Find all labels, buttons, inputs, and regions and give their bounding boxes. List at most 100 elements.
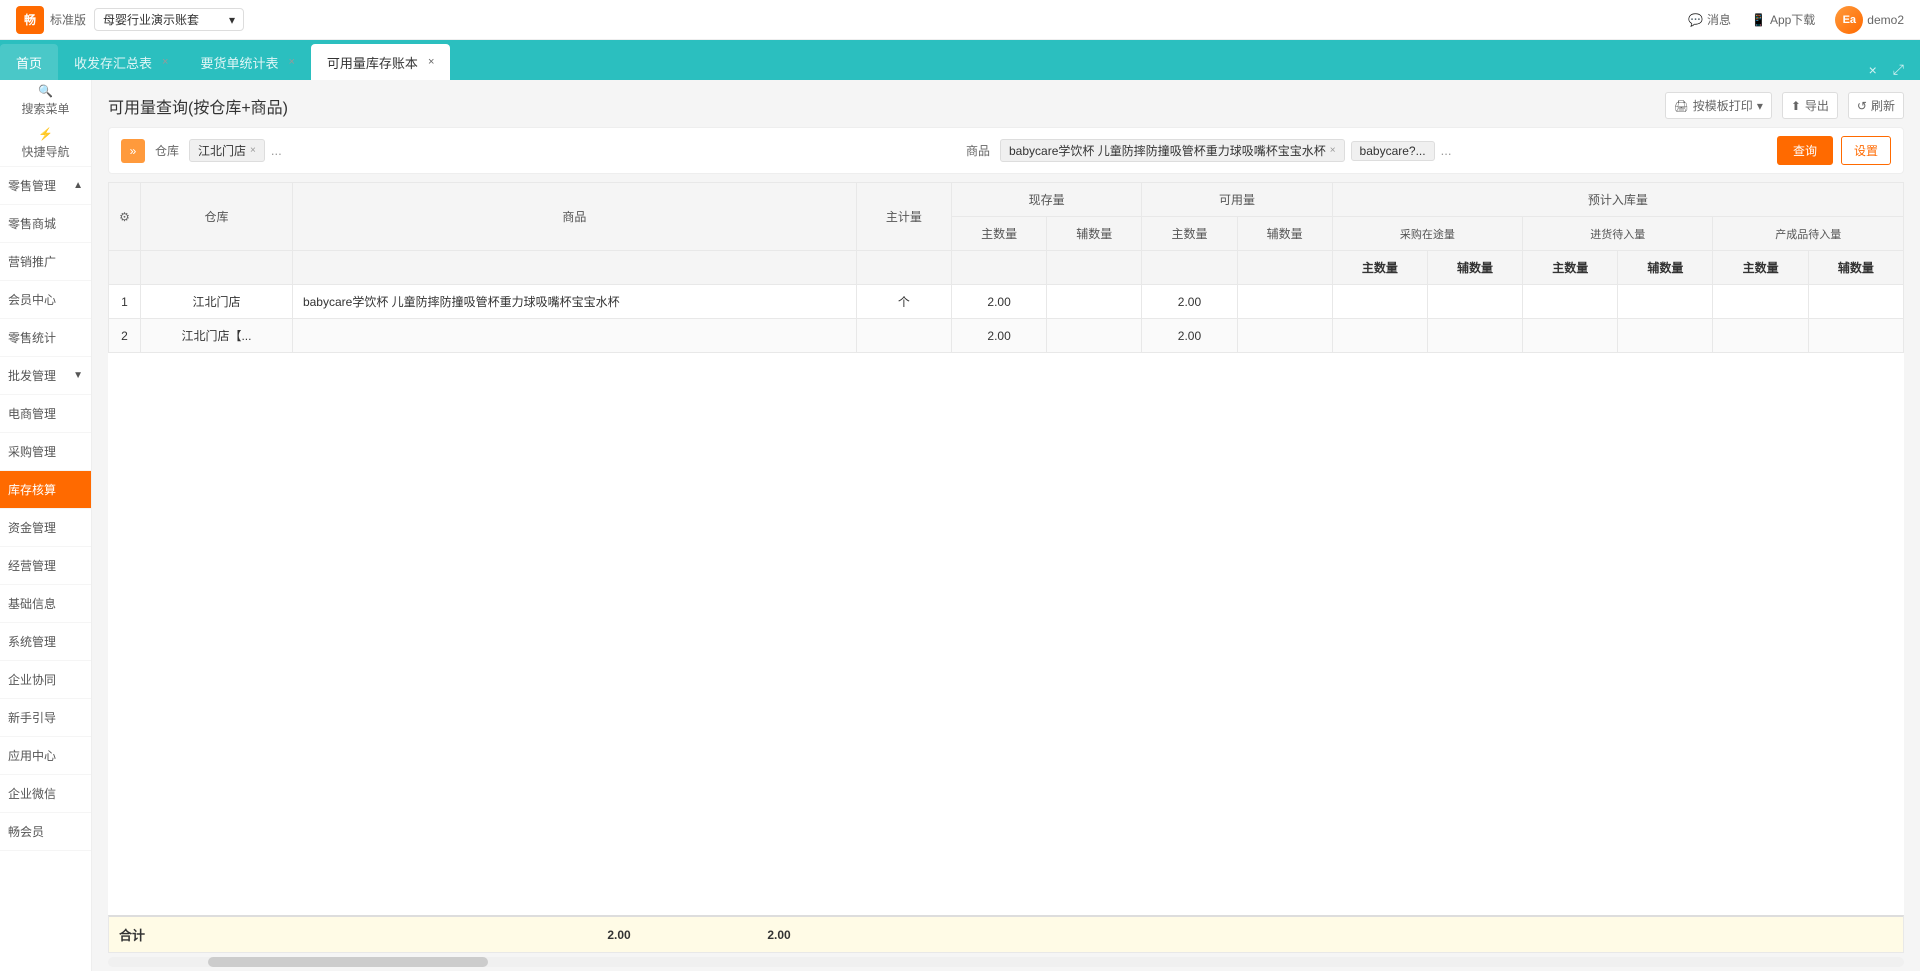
col-product-header: 商品 (292, 183, 856, 251)
sidebar-quick-nav[interactable]: ⚡ 快捷导航 (0, 121, 91, 167)
logo-area: 畅 标准版 (16, 6, 86, 34)
sidebar-item-enterprise-wechat[interactable]: 企业微信 (0, 775, 91, 813)
export-icon: ⬆ (1791, 99, 1801, 113)
sidebar-label-ecommerce: 电商管理 (8, 405, 56, 422)
refresh-btn[interactable]: ↺ 刷新 (1848, 92, 1904, 119)
col-sub-a-aux (1237, 251, 1332, 285)
sidebar-item-enterprise-collab[interactable]: 企业协同 (0, 661, 91, 699)
expand-icon[interactable]: ⤢ (1889, 59, 1908, 80)
data-table: ⚙ 仓库 商品 主计量 现存量 可用量 预计入库量 主数量 辅数量 主数量 辅数… (108, 182, 1904, 353)
tab-available-stock[interactable]: 可用量库存账本 × (311, 44, 450, 80)
col-settings-icon[interactable]: ⚙ (119, 210, 130, 224)
row1-current-main: 2.00 (951, 285, 1046, 319)
sidebar-item-marketing[interactable]: 营销推广 (0, 243, 91, 281)
order-stats-close-icon[interactable]: × (288, 56, 294, 68)
horizontal-scrollbar[interactable] (108, 957, 1904, 967)
sidebar-item-zero-mall[interactable]: 零售商城 (0, 205, 91, 243)
sidebar-item-finance-mgmt[interactable]: 资金管理 (0, 509, 91, 547)
footer-available-main: 2.00 (739, 928, 819, 942)
order-stats-tab-label: 要货单统计表 (200, 53, 278, 72)
row2-current-main: 2.00 (951, 319, 1046, 353)
sidebar-item-member-center[interactable]: 会员中心 (0, 281, 91, 319)
export-btn[interactable]: ⬆ 导出 (1782, 92, 1838, 119)
col-unit-header: 主计量 (856, 183, 951, 251)
sidebar-item-app-center[interactable]: 应用中心 (0, 737, 91, 775)
chevron-icon: ▲ (73, 180, 83, 191)
row2-pp-aux (1808, 319, 1903, 353)
row2-current-aux (1047, 319, 1142, 353)
app-icon: 📱 (1751, 13, 1766, 27)
warehouse-more-btn[interactable]: ... (271, 143, 282, 158)
col-warehouse-header: 仓库 (141, 183, 293, 251)
sidebar-label-wholesale-mgmt: 批发管理 (8, 367, 56, 384)
sidebar-search-btn[interactable]: 🔍 搜索菜单 (0, 80, 91, 121)
message-btn[interactable]: 💬 消息 (1688, 11, 1731, 28)
sidebar-item-purchase-mgmt[interactable]: 采购管理 (0, 433, 91, 471)
filter-settings-btn[interactable]: 设置 (1841, 136, 1891, 165)
top-bar: 畅 标准版 母婴行业演示账套 ▾ 💬 消息 📱 App下载 Ea demo2 (0, 0, 1920, 40)
sidebar-item-wholesale-mgmt[interactable]: 批发管理 ▼ (0, 357, 91, 395)
footer-current-aux (659, 928, 739, 942)
sidebar-item-inventory-check[interactable]: 库存核算 (0, 471, 91, 509)
warehouse-tag-close-icon[interactable]: × (250, 145, 256, 156)
print-btn[interactable]: 🖨 按模板打印 ▾ (1665, 92, 1772, 119)
table-footer: 合计 2.00 2.00 (108, 915, 1904, 953)
close-all-icon[interactable]: × (1865, 60, 1881, 80)
col-sub-product (292, 251, 856, 285)
tab-order-stats[interactable]: 要货单统计表 × (184, 44, 310, 80)
chevron-down-icon: ▾ (229, 13, 235, 27)
col-current-stock-header: 现存量 (951, 183, 1141, 217)
app-download-btn[interactable]: 📱 App下载 (1751, 11, 1815, 28)
tab-home[interactable]: 首页 (0, 44, 58, 80)
sidebar-item-system-mgmt[interactable]: 系统管理 (0, 623, 91, 661)
col-sub-c-main (951, 251, 1046, 285)
filter-expand-btn[interactable]: » (121, 139, 145, 163)
row1-current-aux (1047, 285, 1142, 319)
row1-product: babycare学饮杯 儿童防摔防撞吸管杯重力球吸嘴杯宝宝水杯 (292, 285, 856, 319)
user-name: demo2 (1867, 13, 1904, 27)
sidebar-label-enterprise-collab: 企业协同 (8, 671, 56, 688)
product-tag-1: babycare学饮杯 儿童防摔防撞吸管杯重力球吸嘴杯宝宝水杯 × (1000, 139, 1345, 162)
top-bar-left: 畅 标准版 母婴行业演示账套 ▾ (16, 6, 244, 34)
row2-index: 2 (109, 319, 141, 353)
product-tag-2: babycare?... (1351, 141, 1435, 161)
product-tag-1-close-icon[interactable]: × (1330, 145, 1336, 156)
sidebar-label-zero-retail: 零售管理 (8, 177, 56, 194)
main-layout: 🔍 搜索菜单 ⚡ 快捷导航 零售管理 ▲ 零售商城 营销推广 会员中心 零售统计… (0, 80, 1920, 971)
sidebar-item-new-guide[interactable]: 新手引导 (0, 699, 91, 737)
sidebar-item-zero-retail-mgmt[interactable]: 零售管理 ▲ (0, 167, 91, 205)
sidebar-item-zero-stats[interactable]: 零售统计 (0, 319, 91, 357)
warehouse-tag-value: 江北门店 (198, 142, 246, 159)
product-tag-value-2: babycare?... (1360, 144, 1426, 158)
sidebar-label-inventory: 库存核算 (8, 481, 56, 498)
top-bar-right: 💬 消息 📱 App下载 Ea demo2 (1688, 6, 1904, 34)
sidebar-label-enterprise-wechat: 企业微信 (8, 785, 56, 802)
row1-pp-aux (1808, 285, 1903, 319)
receivable-close-icon[interactable]: × (162, 56, 168, 68)
quick-nav-icon: ⚡ (38, 127, 53, 141)
refresh-label: 刷新 (1871, 97, 1895, 114)
scroll-thumb[interactable] (208, 957, 488, 967)
message-icon: 💬 (1688, 13, 1703, 27)
filter-bar-wrapper: » 仓库 江北门店 × ... 商品 babycare学饮杯 儿童防摔防撞吸管杯… (92, 127, 1920, 182)
product-more-btn[interactable]: ... (1441, 143, 1452, 158)
logo-icon: 畅 (16, 6, 44, 34)
query-btn[interactable]: 查询 (1777, 136, 1833, 165)
sidebar-item-ecommerce-mgmt[interactable]: 电商管理 (0, 395, 91, 433)
tab-receivable[interactable]: 收发存汇总表 × (58, 44, 184, 80)
col-available-aux-qty: 辅数量 (1237, 217, 1332, 251)
col-sub-settings (109, 251, 141, 285)
sidebar-item-vip-member[interactable]: 畅会员 (0, 813, 91, 851)
filter-bar: » 仓库 江北门店 × ... 商品 babycare学饮杯 儿童防摔防撞吸管杯… (108, 127, 1904, 174)
sidebar-label-business: 经营管理 (8, 557, 56, 574)
industry-selector[interactable]: 母婴行业演示账套 ▾ (94, 8, 244, 31)
available-stock-close-icon[interactable]: × (428, 56, 434, 68)
sidebar-item-basic-info[interactable]: 基础信息 (0, 585, 91, 623)
row2-unit (856, 319, 951, 353)
home-tab-label: 首页 (16, 53, 42, 72)
user-profile[interactable]: Ea demo2 (1835, 6, 1904, 34)
col-pp-main: 主数量 (1713, 251, 1808, 285)
col-sub-warehouse (141, 251, 293, 285)
row2-pt-aux (1427, 319, 1522, 353)
sidebar-item-business-mgmt[interactable]: 经营管理 (0, 547, 91, 585)
